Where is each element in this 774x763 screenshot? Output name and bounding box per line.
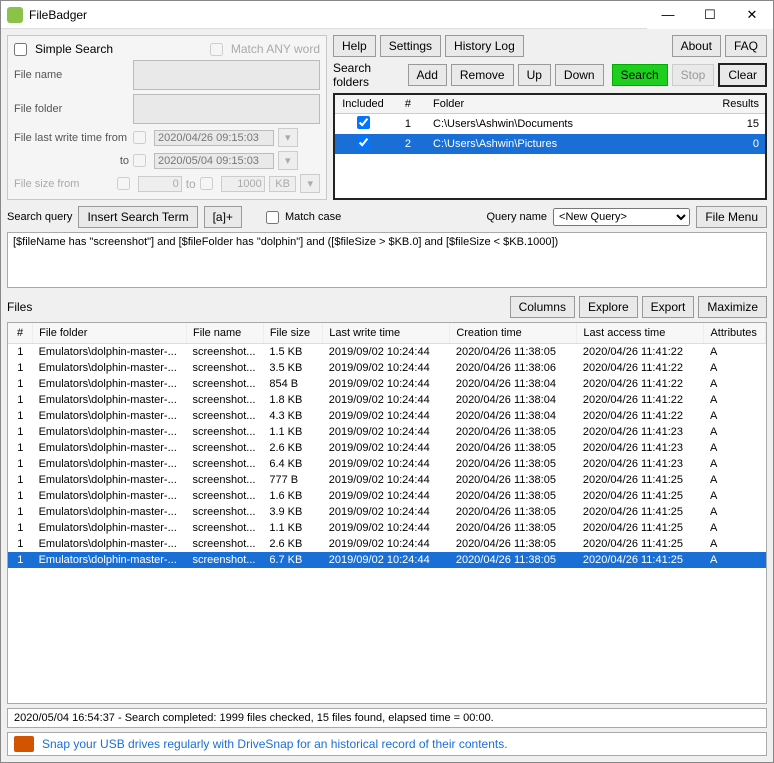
match-case-checkbox[interactable] <box>266 211 279 224</box>
file-row[interactable]: 1Emulators\dolphin-master-...screenshot.… <box>8 520 766 536</box>
size-from-field <box>138 176 182 192</box>
about-button[interactable]: About <box>672 35 721 57</box>
lwt-to-label: to <box>14 155 129 167</box>
file-row[interactable]: 1Emulators\dolphin-master-...screenshot.… <box>8 440 766 456</box>
col-file-size[interactable]: File size <box>263 323 322 344</box>
explore-button[interactable]: Explore <box>579 296 638 318</box>
app-logo-icon <box>7 7 23 23</box>
size-from-label: File size from <box>14 178 113 190</box>
file-name-field <box>133 60 320 90</box>
right-pane: Help Settings History Log About FAQ Sear… <box>333 35 767 200</box>
file-menu-button[interactable]: File Menu <box>696 206 767 228</box>
lwt-from-dropdown-icon: ▾ <box>278 128 298 147</box>
search-button[interactable]: Search <box>612 64 668 86</box>
files-label: Files <box>7 300 32 314</box>
move-up-button[interactable]: Up <box>518 64 551 86</box>
file-row[interactable]: 1Emulators\dolphin-master-...screenshot.… <box>8 504 766 520</box>
col-attr[interactable]: Attributes <box>704 323 766 344</box>
settings-button[interactable]: Settings <box>380 35 441 57</box>
col-lwt[interactable]: Last write time <box>323 323 450 344</box>
columns-button[interactable]: Columns <box>510 296 575 318</box>
promo-bar: Snap your USB drives regularly with Driv… <box>7 732 767 756</box>
file-name-label: File name <box>14 69 129 81</box>
col-folder[interactable]: Folder <box>427 95 695 114</box>
lwt-from-field <box>154 130 274 146</box>
file-row[interactable]: 1Emulators\dolphin-master-...screenshot.… <box>8 536 766 552</box>
col-ct[interactable]: Creation time <box>450 323 577 344</box>
file-row[interactable]: 1Emulators\dolphin-master-...screenshot.… <box>8 344 766 361</box>
file-row[interactable]: 1Emulators\dolphin-master-...screenshot.… <box>8 360 766 376</box>
col-results[interactable]: Results <box>695 95 765 114</box>
clear-button[interactable]: Clear <box>718 63 767 87</box>
file-folder-field <box>133 94 320 124</box>
maximize-grid-button[interactable]: Maximize <box>698 296 767 318</box>
faq-button[interactable]: FAQ <box>725 35 767 57</box>
file-row[interactable]: 1Emulators\dolphin-master-...screenshot.… <box>8 488 766 504</box>
col-file-num[interactable]: # <box>8 323 33 344</box>
lwt-from-enable <box>133 131 146 144</box>
app-window: FileBadger — ☐ ✕ Simple Search Match ANY… <box>0 0 774 763</box>
export-button[interactable]: Export <box>642 296 695 318</box>
titlebar: FileBadger — ☐ ✕ <box>1 1 773 29</box>
folder-row[interactable]: 2C:\Users\Ashwin\Pictures0 <box>335 134 765 154</box>
folder-include-checkbox[interactable] <box>357 136 370 149</box>
match-case-label: Match case <box>285 211 341 223</box>
size-to-enable <box>200 177 213 190</box>
help-button[interactable]: Help <box>333 35 376 57</box>
add-folder-button[interactable]: Add <box>408 64 447 86</box>
stop-button: Stop <box>672 64 715 86</box>
camera-icon <box>14 736 34 752</box>
query-toolbar: Search query Insert Search Term [a]+ Mat… <box>7 206 767 228</box>
folder-include-checkbox[interactable] <box>357 116 370 129</box>
move-down-button[interactable]: Down <box>555 64 604 86</box>
simple-search-checkbox[interactable] <box>14 43 27 56</box>
insert-term-button[interactable]: Insert Search Term <box>78 206 197 228</box>
search-folders-label: Search folders <box>333 61 404 89</box>
file-row[interactable]: 1Emulators\dolphin-master-...screenshot.… <box>8 472 766 488</box>
size-unit-select: KB <box>269 176 297 192</box>
regex-button[interactable]: [a]+ <box>204 206 242 228</box>
col-included[interactable]: Included <box>335 95 391 114</box>
search-query-label: Search query <box>7 211 72 223</box>
remove-folder-button[interactable]: Remove <box>451 64 514 86</box>
promo-link[interactable]: Snap your USB drives regularly with Driv… <box>42 737 508 751</box>
file-row[interactable]: 1Emulators\dolphin-master-...screenshot.… <box>8 392 766 408</box>
match-any-checkbox <box>210 43 223 56</box>
lwt-to-enable <box>133 154 146 167</box>
simple-search-label: Simple Search <box>35 42 113 56</box>
folder-list[interactable]: Included # Folder Results 1C:\Users\Ashw… <box>333 93 767 200</box>
file-grid[interactable]: # File folder File name File size Last w… <box>7 322 767 704</box>
minimize-button[interactable]: — <box>647 1 689 29</box>
history-log-button[interactable]: History Log <box>445 35 524 57</box>
col-num[interactable]: # <box>391 95 427 114</box>
file-row[interactable]: 1Emulators\dolphin-master-...screenshot.… <box>8 408 766 424</box>
file-folder-label: File folder <box>14 103 129 115</box>
size-to-label: to <box>186 177 196 191</box>
col-file-name[interactable]: File name <box>186 323 263 344</box>
app-title: FileBadger <box>29 8 647 22</box>
lwt-from-label: File last write time from <box>14 132 129 144</box>
maximize-button[interactable]: ☐ <box>689 1 731 29</box>
folder-row[interactable]: 1C:\Users\Ashwin\Documents15 <box>335 114 765 135</box>
lwt-to-dropdown-icon: ▾ <box>278 151 298 170</box>
file-row[interactable]: 1Emulators\dolphin-master-...screenshot.… <box>8 456 766 472</box>
file-row[interactable]: 1Emulators\dolphin-master-...screenshot.… <box>8 376 766 392</box>
status-bar: 2020/05/04 16:54:37 - Search completed: … <box>7 708 767 728</box>
col-lat[interactable]: Last access time <box>577 323 704 344</box>
simple-search-panel: Simple Search Match ANY word File name F… <box>7 35 327 200</box>
col-file-folder[interactable]: File folder <box>33 323 187 344</box>
file-row[interactable]: 1Emulators\dolphin-master-...screenshot.… <box>8 424 766 440</box>
size-unit-dropdown-icon: ▾ <box>300 174 320 193</box>
size-to-field <box>221 176 265 192</box>
file-row[interactable]: 1Emulators\dolphin-master-...screenshot.… <box>8 552 766 568</box>
lwt-to-field <box>154 153 274 169</box>
size-from-enable <box>117 177 130 190</box>
match-any-label: Match ANY word <box>231 42 320 56</box>
query-name-select[interactable]: <New Query> <box>553 208 690 226</box>
query-name-label: Query name <box>487 211 548 223</box>
close-button[interactable]: ✕ <box>731 1 773 29</box>
query-textbox[interactable]: [$fileName has "screenshot"] and [$fileF… <box>7 232 767 288</box>
